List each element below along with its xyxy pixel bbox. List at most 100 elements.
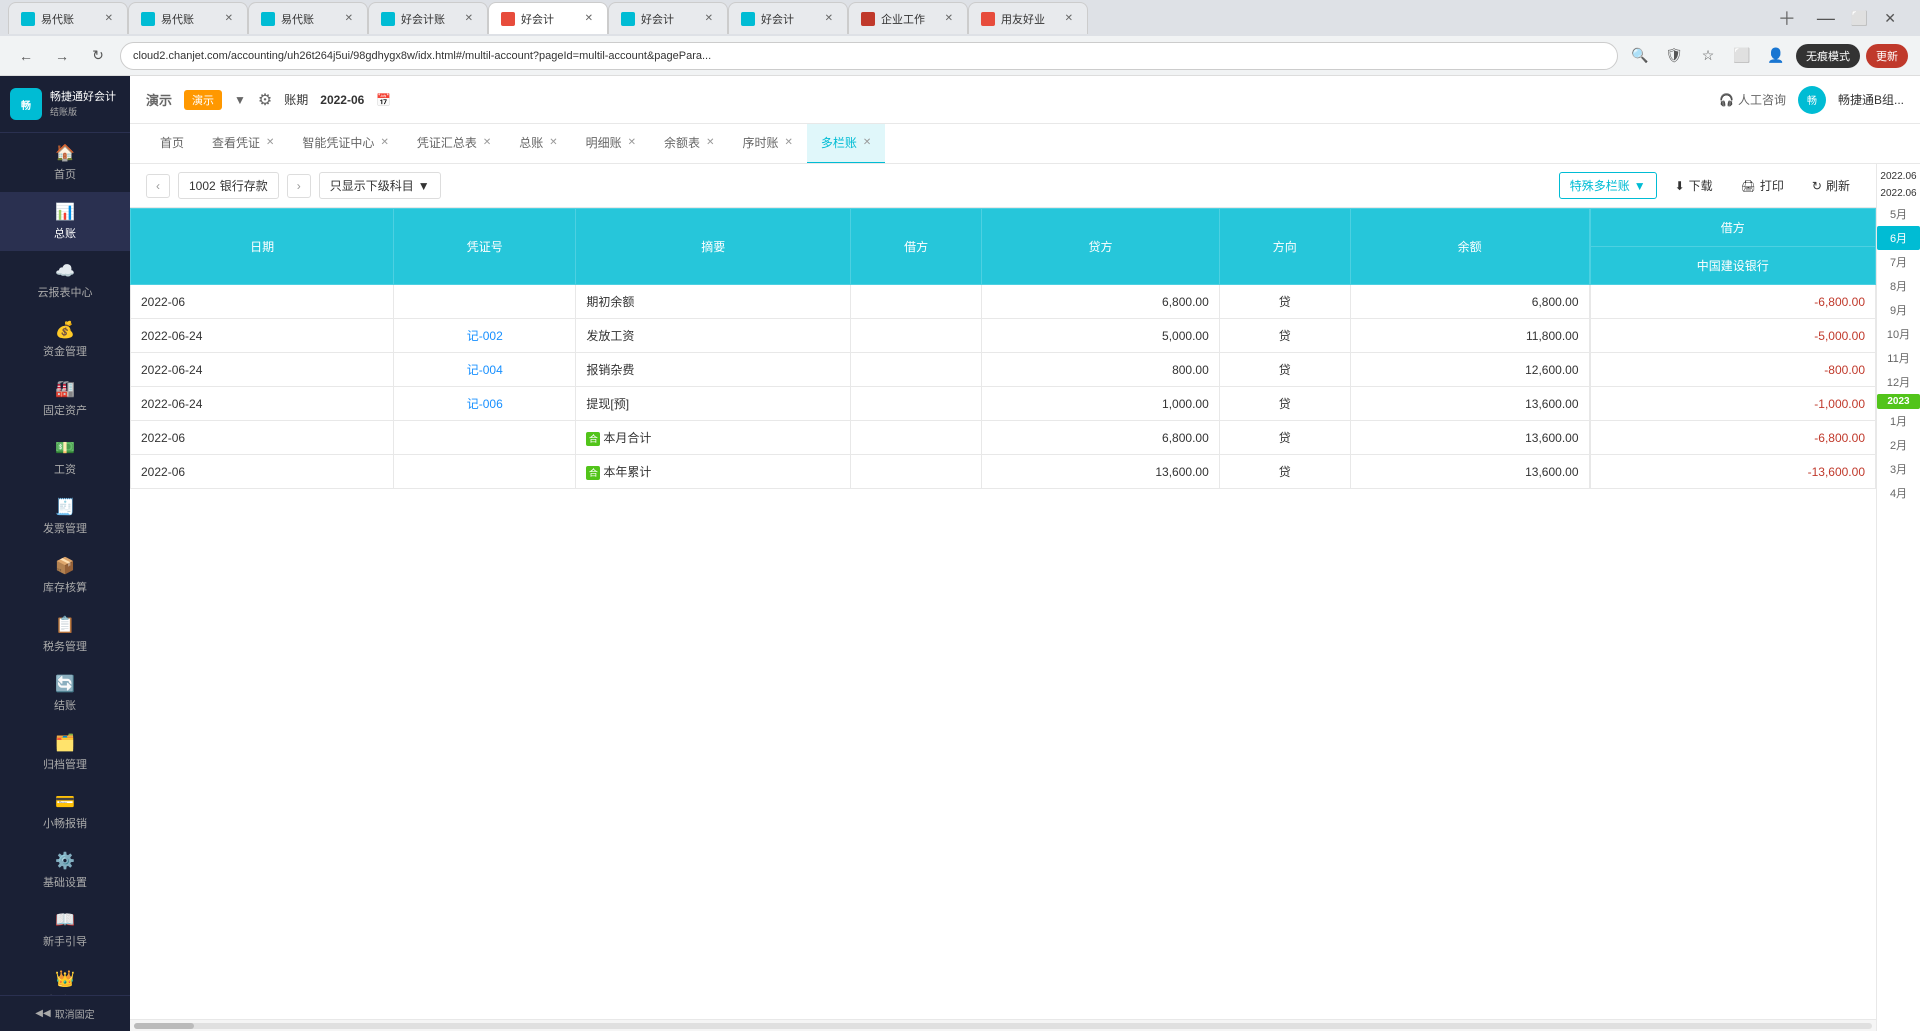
- sidebar-item-invoice[interactable]: 🧾 发票管理: [0, 487, 130, 546]
- sidebar-item-cloud-report[interactable]: ☁️ 云报表中心: [0, 251, 130, 310]
- browser-tab-t6[interactable]: 好会计 ✕: [608, 2, 728, 34]
- tab-close-icon[interactable]: ✕: [1063, 11, 1075, 26]
- sub-filter-button[interactable]: 只显示下级科目 ▼: [319, 172, 441, 199]
- tab-close-x[interactable]: ✕: [628, 137, 636, 148]
- back-button[interactable]: ←: [12, 42, 40, 70]
- tab-close-x[interactable]: ✕: [863, 137, 871, 148]
- sidebar-item-guide[interactable]: 📖 新手引导: [0, 900, 130, 959]
- tab-close-icon[interactable]: ✕: [823, 11, 835, 26]
- user-profile-icon-btn[interactable]: 👤: [1762, 42, 1790, 70]
- page-tab-明细账[interactable]: 明细账✕: [572, 124, 650, 164]
- tab-close-icon[interactable]: ✕: [463, 11, 475, 26]
- sidebar-item-inventory[interactable]: 📦 库存核算: [0, 546, 130, 605]
- prev-account-button[interactable]: ‹: [146, 174, 170, 198]
- date-item-2月[interactable]: 2月: [1877, 433, 1920, 457]
- maximize-button[interactable]: ⬜: [1851, 10, 1868, 27]
- sidebar-item-fixed-assets[interactable]: 🏭 固定资产: [0, 369, 130, 428]
- browser-tab-t2[interactable]: 易代账 ✕: [128, 2, 248, 34]
- demo-badge[interactable]: 演示: [184, 90, 222, 110]
- browser-tab-t8[interactable]: 企业工作 ✕: [848, 2, 968, 34]
- tab-close-x[interactable]: ✕: [549, 137, 557, 148]
- voucher-link[interactable]: 记-004: [467, 363, 503, 377]
- date-item-10月[interactable]: 10月: [1877, 322, 1920, 346]
- reload-button[interactable]: ↻: [84, 42, 112, 70]
- tab-close-x[interactable]: ✕: [784, 137, 792, 148]
- tab-close-x[interactable]: ✕: [380, 137, 388, 148]
- sidebar-item-salary[interactable]: 💵 工资: [0, 428, 130, 487]
- browser-tab-t7[interactable]: 好会计 ✕: [728, 2, 848, 34]
- calendar-icon[interactable]: 📅: [376, 93, 391, 107]
- date-item-1月[interactable]: 1月: [1877, 409, 1920, 433]
- special-ledger-button[interactable]: 特殊多栏账 ▼: [1559, 172, 1657, 199]
- page-tab-首页[interactable]: 首页: [146, 124, 198, 164]
- ledger-table-wrap[interactable]: 日期 凭证号 摘要 借方 贷方 方向 余额 借方: [130, 208, 1876, 1019]
- browser-tab-t4[interactable]: 好会计账 ✕: [368, 2, 488, 34]
- sidebar-item-archive[interactable]: 🗂️ 归档管理: [0, 723, 130, 782]
- tab-close-icon[interactable]: ✕: [343, 11, 355, 26]
- consult-button[interactable]: 🎧 人工咨询: [1719, 91, 1786, 108]
- page-tab-多栏账[interactable]: 多栏账✕: [807, 124, 885, 164]
- panel-close-button[interactable]: ✕: [1876, 578, 1877, 618]
- page-tab-总账[interactable]: 总账✕: [505, 124, 571, 164]
- star-icon-btn[interactable]: ☆: [1694, 42, 1722, 70]
- forward-button[interactable]: →: [48, 42, 76, 70]
- date-item-9月[interactable]: 9月: [1877, 298, 1920, 322]
- print-button[interactable]: 🖨 打印: [1731, 173, 1794, 198]
- address-input[interactable]: [120, 42, 1618, 70]
- page-tab-查看凭证[interactable]: 查看凭证✕: [198, 124, 288, 164]
- sidebar-item-settings[interactable]: ⚙️ 基础设置: [0, 841, 130, 900]
- next-account-button[interactable]: ›: [287, 174, 311, 198]
- sidebar-item-member[interactable]: 👑 畅会员: [0, 959, 130, 995]
- pin-button[interactable]: ◀◀ 取消固定: [0, 995, 130, 1031]
- sidebar-item-tax[interactable]: 📋 税务管理: [0, 605, 130, 664]
- browser-tab-t5[interactable]: 好会计 ✕: [488, 2, 608, 34]
- new-tab-button[interactable]: ＋: [1773, 4, 1801, 32]
- tab-close-icon[interactable]: ✕: [223, 11, 235, 26]
- account-code-box[interactable]: 1002 银行存款: [178, 172, 279, 199]
- shield-icon-btn[interactable]: 🛡: [1660, 42, 1688, 70]
- page-tab-凭证汇总表[interactable]: 凭证汇总表✕: [403, 124, 505, 164]
- date-item-4月[interactable]: 4月: [1877, 481, 1920, 505]
- voucher-link[interactable]: 记-006: [467, 397, 503, 411]
- cell-voucher[interactable]: 记-006: [394, 387, 576, 421]
- no-trace-button[interactable]: 无痕模式: [1796, 44, 1860, 68]
- close-button[interactable]: ✕: [1884, 10, 1896, 27]
- date-item-2023[interactable]: 2023: [1877, 394, 1920, 409]
- date-item-11月[interactable]: 11月: [1877, 346, 1920, 370]
- sidebar-item-checkout[interactable]: 🔄 结账: [0, 664, 130, 723]
- minimize-button[interactable]: —: [1817, 8, 1835, 29]
- date-item-5月[interactable]: 5月: [1877, 202, 1920, 226]
- tab-close-icon[interactable]: ✕: [943, 11, 955, 26]
- sidebar-item-fund[interactable]: 💰 资金管理: [0, 310, 130, 369]
- search-icon-btn[interactable]: 🔍: [1626, 42, 1654, 70]
- extension-icon-btn[interactable]: ⬜: [1728, 42, 1756, 70]
- voucher-link[interactable]: 记-002: [467, 329, 503, 343]
- page-tab-智能凭证中心[interactable]: 智能凭证中心✕: [288, 124, 402, 164]
- tab-close-x[interactable]: ✕: [266, 137, 274, 148]
- dropdown-arrow-icon[interactable]: ▼: [234, 93, 246, 107]
- date-item-6月[interactable]: 6月: [1877, 226, 1920, 250]
- cell-voucher[interactable]: 记-002: [394, 319, 576, 353]
- scroll-thumb[interactable]: [134, 1023, 194, 1029]
- tab-close-x[interactable]: ✕: [483, 137, 491, 148]
- update-button[interactable]: 更新: [1866, 44, 1908, 68]
- browser-tab-t3[interactable]: 易代账 ✕: [248, 2, 368, 34]
- sidebar-item-ledger[interactable]: 📊 总账: [0, 192, 130, 251]
- download-button[interactable]: ⬇ 下载: [1665, 173, 1723, 198]
- date-item-7月[interactable]: 7月: [1877, 250, 1920, 274]
- date-item-8月[interactable]: 8月: [1877, 274, 1920, 298]
- tab-close-icon[interactable]: ✕: [583, 11, 595, 26]
- browser-tab-t1[interactable]: 易代账 ✕: [8, 2, 128, 34]
- refresh-button[interactable]: ↻ 刷新: [1802, 173, 1860, 198]
- tab-close-x[interactable]: ✕: [706, 137, 714, 148]
- date-item-12月[interactable]: 12月: [1877, 370, 1920, 394]
- tab-close-icon[interactable]: ✕: [703, 11, 715, 26]
- date-item-3月[interactable]: 3月: [1877, 457, 1920, 481]
- page-tab-余额表[interactable]: 余额表✕: [650, 124, 728, 164]
- settings-icon[interactable]: ⚙: [258, 90, 272, 110]
- tab-close-icon[interactable]: ✕: [103, 11, 115, 26]
- horizontal-scrollbar[interactable]: [130, 1019, 1876, 1031]
- cell-voucher[interactable]: 记-004: [394, 353, 576, 387]
- sidebar-item-home[interactable]: 🏠 首页: [0, 133, 130, 192]
- browser-tab-t9[interactable]: 用友好业 ✕: [968, 2, 1088, 34]
